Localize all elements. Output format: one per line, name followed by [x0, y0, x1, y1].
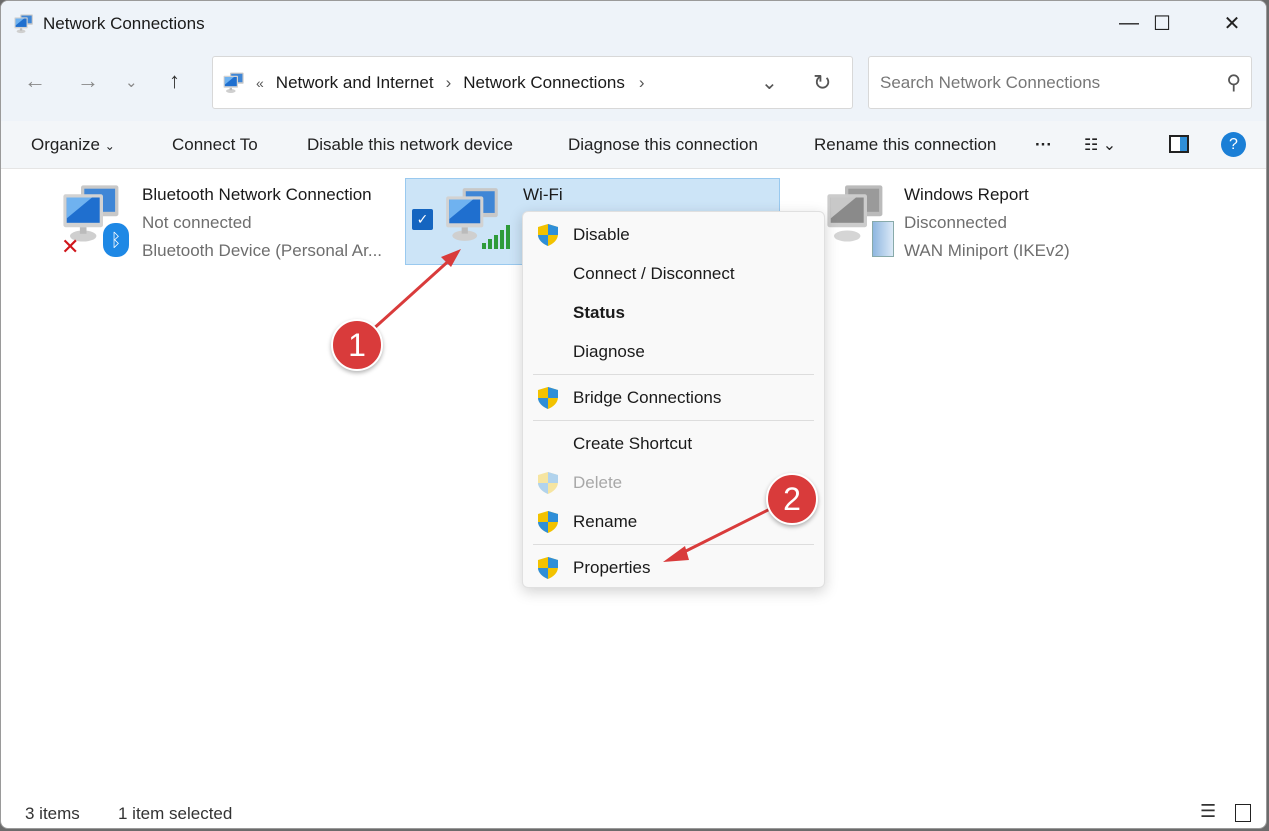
annotation-badge-2: 2 [766, 473, 818, 525]
annotation-arrows [369, 249, 777, 562]
annotation-arrow-1 [369, 255, 455, 333]
status-bar: 3 items 1 item selected ☰ [1, 801, 1266, 828]
annotation-badge-1: 1 [331, 319, 383, 371]
annotation-arrowhead-2 [663, 546, 689, 562]
annotation-arrow-2 [675, 504, 777, 558]
large-icons-view-icon[interactable] [1235, 804, 1251, 822]
item-count: 3 items [25, 804, 80, 823]
selection-count: 1 item selected [118, 804, 233, 823]
details-view-icon[interactable]: ☰ [1200, 801, 1216, 822]
network-connections-window: Network Connections — ☐ ✕ ← → ⌄ ↑ « Netw… [0, 0, 1267, 829]
